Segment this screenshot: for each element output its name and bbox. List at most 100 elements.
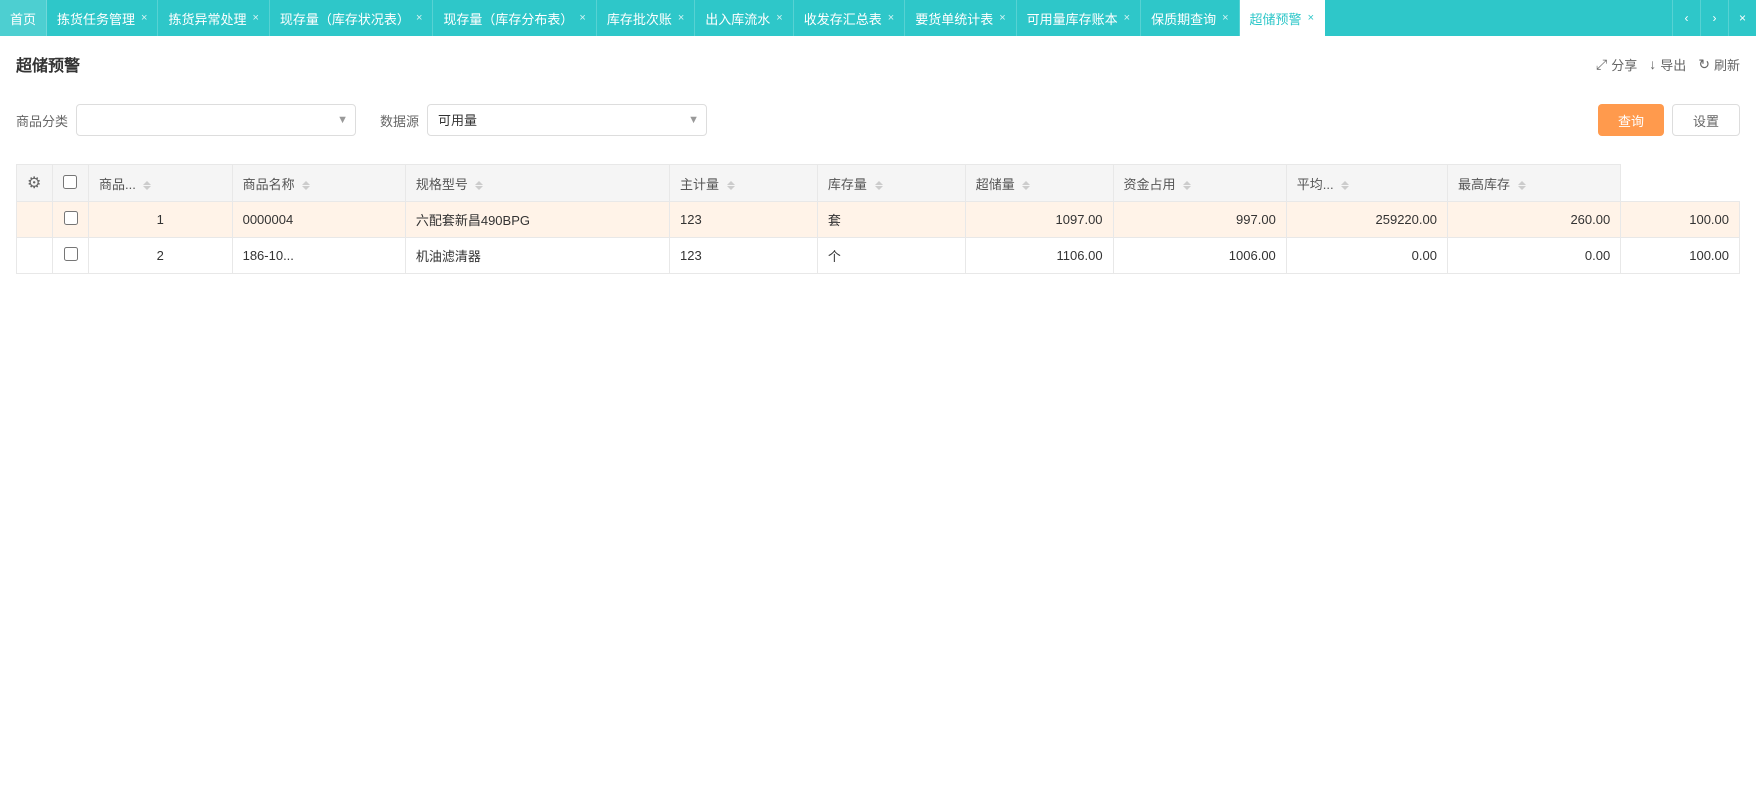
nav-label-9: 可用量库存账本: [1027, 9, 1118, 28]
col-label-capital: 资金占用: [1124, 177, 1176, 192]
sort-icon-product-code[interactable]: [143, 181, 151, 190]
gear-settings-button[interactable]: ⚙: [27, 173, 41, 193]
col-label-stock: 库存量: [828, 177, 867, 192]
row-check-0[interactable]: [64, 211, 78, 225]
table-row: 2 186-10... 机油滤清器 123 个 1106.00 1006.00 …: [17, 238, 1740, 274]
nav-item-10[interactable]: 保质期查询 ×: [1141, 0, 1239, 36]
sort-icon-avg[interactable]: [1341, 181, 1349, 190]
query-button[interactable]: 查询: [1598, 104, 1664, 136]
page-container: 超储预警 ⤢ 分享 ↓ 导出 ↻ 刷新 商品分类 ▼: [0, 36, 1756, 800]
nav-item-home[interactable]: 首页: [0, 0, 47, 36]
select-all-checkbox[interactable]: [63, 175, 77, 189]
table-header: ⚙ 商品... 商品名称 规格型号: [17, 165, 1740, 202]
share-button[interactable]: ⤢ 分享: [1596, 55, 1637, 74]
page-title: 超储预警: [16, 52, 80, 76]
nav-item-6[interactable]: 出入库流水 ×: [695, 0, 793, 36]
share-label: 分享: [1611, 55, 1637, 74]
share-icon: ⤢: [1596, 56, 1607, 73]
table-body: 1 0000004 六配套新昌490BPG 123 套 1097.00 997.…: [17, 202, 1740, 274]
col-label-product-name: 商品名称: [243, 177, 295, 192]
nav-item-4[interactable]: 现存量（库存分布表） ×: [433, 0, 596, 36]
nav-label-11: 超储预警: [1250, 9, 1302, 28]
nav-label-home: 首页: [10, 9, 36, 28]
close-icon-5[interactable]: ×: [678, 12, 684, 24]
row-over-stock-1: 1006.00: [1113, 238, 1286, 274]
nav-item-1[interactable]: 拣货任务管理 ×: [47, 0, 158, 36]
row-product-name-1: 机油滤清器: [405, 238, 669, 274]
col-header-max-stock: 最高库存: [1447, 165, 1620, 202]
nav-label-10: 保质期查询: [1151, 9, 1216, 28]
category-select[interactable]: [76, 104, 356, 136]
close-icon-6[interactable]: ×: [776, 12, 782, 24]
settings-button[interactable]: 设置: [1672, 104, 1740, 136]
nav-item-5[interactable]: 库存批次账 ×: [597, 0, 695, 36]
nav-label-5: 库存批次账: [607, 9, 672, 28]
sort-icon-over-stock[interactable]: [1022, 181, 1030, 190]
nav-prev-button[interactable]: ‹: [1672, 0, 1700, 36]
row-unit-1: 个: [817, 238, 965, 274]
nav-item-7[interactable]: 收发存汇总表 ×: [794, 0, 905, 36]
export-button[interactable]: ↓ 导出: [1649, 55, 1686, 74]
close-icon-4[interactable]: ×: [579, 12, 585, 24]
sort-icon-stock[interactable]: [875, 181, 883, 190]
col-label-avg: 平均...: [1297, 177, 1334, 192]
col-label-spec: 规格型号: [416, 177, 468, 192]
nav-item-3[interactable]: 现存量（库存状况表） ×: [270, 0, 433, 36]
col-header-unit: 主计量: [670, 165, 818, 202]
filter-category: 商品分类 ▼: [16, 104, 356, 136]
refresh-button[interactable]: ↻ 刷新: [1698, 55, 1740, 74]
close-icon-7[interactable]: ×: [888, 12, 894, 24]
row-avg-0: 260.00: [1447, 202, 1620, 238]
close-icon-8[interactable]: ×: [999, 12, 1005, 24]
sort-icon-spec[interactable]: [475, 181, 483, 190]
col-label-product-code: 商品...: [99, 177, 136, 192]
close-icon-1[interactable]: ×: [141, 12, 147, 24]
col-header-over-stock: 超储量: [965, 165, 1113, 202]
top-nav: 首页 拣货任务管理 × 拣货异常处理 × 现存量（库存状况表） × 现存量（库存…: [0, 0, 1756, 36]
nav-label-2: 拣货异常处理: [168, 9, 246, 28]
close-icon-10[interactable]: ×: [1222, 12, 1228, 24]
sort-icon-max-stock[interactable]: [1518, 181, 1526, 190]
category-label: 商品分类: [16, 111, 68, 130]
row-unit-0: 套: [817, 202, 965, 238]
row-gear-1: [17, 238, 53, 274]
sort-icon-product-name[interactable]: [302, 181, 310, 190]
col-header-spec: 规格型号: [405, 165, 669, 202]
row-product-code-0: 0000004: [232, 202, 405, 238]
row-index-1: 2: [89, 238, 233, 274]
sort-icon-unit[interactable]: [727, 181, 735, 190]
nav-item-9[interactable]: 可用量库存账本 ×: [1017, 0, 1141, 36]
datasource-select[interactable]: 可用量: [427, 104, 707, 136]
row-product-name-0: 六配套新昌490BPG: [405, 202, 669, 238]
row-checkbox-0[interactable]: [53, 202, 89, 238]
export-label: 导出: [1660, 55, 1686, 74]
sort-icon-capital[interactable]: [1183, 181, 1191, 190]
row-spec-0: 123: [670, 202, 818, 238]
close-icon-11[interactable]: ×: [1308, 12, 1314, 24]
nav-next-button[interactable]: ›: [1700, 0, 1728, 36]
row-capital-0: 259220.00: [1286, 202, 1447, 238]
col-label-over-stock: 超储量: [976, 177, 1015, 192]
nav-item-2[interactable]: 拣货异常处理 ×: [158, 0, 269, 36]
nav-label-3: 现存量（库存状况表）: [280, 9, 410, 28]
nav-close-button[interactable]: ×: [1728, 0, 1756, 36]
table-row: 1 0000004 六配套新昌490BPG 123 套 1097.00 997.…: [17, 202, 1740, 238]
row-stock-0: 1097.00: [965, 202, 1113, 238]
row-checkbox-1[interactable]: [53, 238, 89, 274]
close-icon-2[interactable]: ×: [252, 12, 258, 24]
row-capital-1: 0.00: [1286, 238, 1447, 274]
nav-label-8: 要货单统计表: [915, 9, 993, 28]
filter-area: 商品分类 ▼ 数据源 可用量 ▼ 查询 设置: [16, 92, 1740, 148]
row-index-0: 1: [89, 202, 233, 238]
nav-item-11[interactable]: 超储预警 ×: [1240, 0, 1325, 36]
close-icon-9[interactable]: ×: [1124, 12, 1130, 24]
datasource-select-wrapper: 可用量 ▼: [427, 104, 707, 136]
row-check-1[interactable]: [64, 247, 78, 261]
col-header-product-name: 商品名称: [232, 165, 405, 202]
col-label-max-stock: 最高库存: [1458, 177, 1510, 192]
col-header-product-code: 商品...: [89, 165, 233, 202]
nav-label-7: 收发存汇总表: [804, 9, 882, 28]
close-icon-3[interactable]: ×: [416, 12, 422, 24]
nav-arrows: ‹ › ×: [1672, 0, 1756, 36]
nav-item-8[interactable]: 要货单统计表 ×: [905, 0, 1016, 36]
